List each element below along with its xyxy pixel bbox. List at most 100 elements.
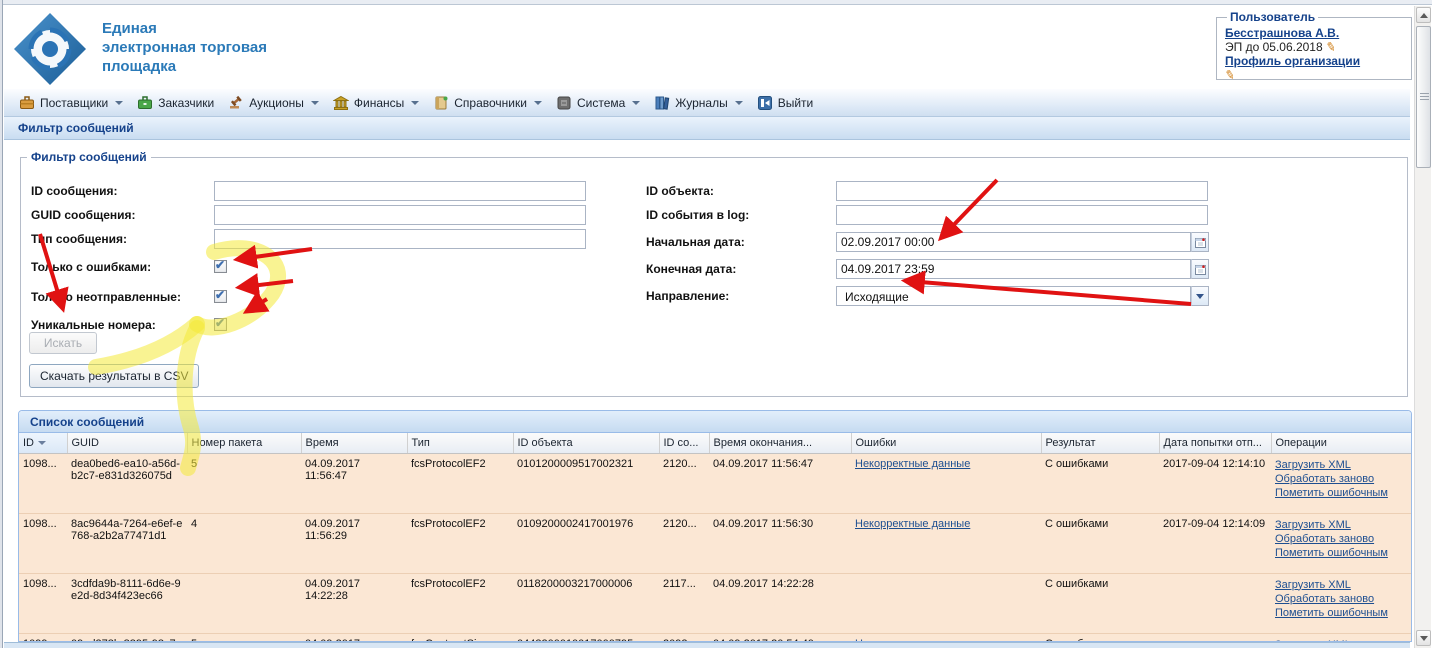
- menu-item-suppliers[interactable]: Поставщики: [12, 92, 130, 114]
- directories-book-icon: [435, 96, 448, 109]
- menu-item-logout[interactable]: Выйти: [750, 92, 821, 114]
- cell-time: 04.09.2017 14:22:28: [301, 573, 407, 634]
- object-id-input[interactable]: [836, 181, 1208, 201]
- table-row[interactable]: 1098... dea0bed6-ea10-a56d-b2c7-e831d326…: [19, 453, 1411, 514]
- cell-object-id: 0448200010017000795: [513, 633, 659, 641]
- chevron-down-icon: [632, 100, 641, 105]
- table-row[interactable]: 1098... 3cdfda9b-8111-6d6e-9e2d-8d34f423…: [19, 573, 1411, 634]
- download-csv-button[interactable]: Скачать результаты в CSV: [29, 364, 200, 388]
- exit-icon: [757, 95, 772, 110]
- brand-line-1: Единая: [102, 20, 157, 37]
- load-xml-link[interactable]: Загрузить XML: [1275, 579, 1351, 591]
- search-button[interactable]: Искать: [29, 332, 97, 354]
- menu-label: Аукционы: [249, 95, 304, 110]
- calendar-icon: [1194, 264, 1206, 275]
- only-errors-checkbox[interactable]: [214, 258, 227, 273]
- cell-object-id: 0109200002417001976: [513, 513, 659, 574]
- cell-type: fcsContractSig...: [407, 633, 513, 641]
- column-header-id[interactable]: ID: [19, 433, 68, 454]
- cell-guid: 3cdfda9b-8111-6d6e-9e2d-8d34f423ec66: [67, 573, 187, 634]
- menu-label: Журналы: [675, 95, 728, 110]
- mark-erroneous-link[interactable]: Пометить ошибочным: [1275, 607, 1388, 619]
- field-label-end-date: Конечная дата:: [646, 262, 737, 276]
- cell-packet: 4: [187, 513, 301, 574]
- direction-select[interactable]: Исходящие: [836, 286, 1191, 306]
- filter-fieldset: Фильтр сообщений ID сообщения: GUID сооб…: [20, 150, 1408, 397]
- menu-item-finances[interactable]: Финансы: [326, 92, 426, 114]
- load-xml-link[interactable]: Загрузить XML: [1275, 459, 1351, 471]
- chevron-down-icon: [734, 100, 743, 105]
- column-header-id2[interactable]: ID со...: [659, 433, 710, 454]
- column-header-operations[interactable]: Операции: [1271, 433, 1411, 454]
- cell-id: 1098...: [19, 513, 67, 574]
- field-label-direction: Направление:: [646, 289, 730, 303]
- table-row[interactable]: 1098... 8ac9644a-7264-e6ef-e768-a2b2a774…: [19, 513, 1411, 574]
- chevron-down-icon: [1196, 293, 1204, 299]
- reprocess-link[interactable]: Обработать заново: [1275, 593, 1374, 605]
- bottom-edge-strip: [4, 642, 1410, 648]
- main-menu-bar: Поставщики Заказчики Аукционы Финансы Сп…: [4, 88, 1410, 117]
- error-details-link[interactable]: Некорректные данные: [855, 458, 970, 470]
- cell-id2: 2117...: [659, 573, 709, 634]
- vertical-scrollbar[interactable]: [1414, 6, 1431, 648]
- window-top-edge: [0, 0, 1432, 5]
- cell-object-id: 0118200003217000006: [513, 573, 659, 634]
- load-xml-link[interactable]: Загрузить XML: [1275, 519, 1351, 531]
- page-header: Единая электронная торговая площадка Пол…: [4, 6, 1412, 88]
- cell-id2: 2120...: [659, 513, 709, 574]
- cell-type: fcsProtocolEF2: [407, 513, 513, 574]
- message-id-input[interactable]: [214, 181, 586, 201]
- column-header-errors[interactable]: Ошибки: [851, 433, 1042, 454]
- menu-item-auctions[interactable]: Аукционы: [221, 92, 326, 114]
- edit-pen-icon[interactable]: ✎: [1325, 39, 1338, 55]
- column-header-attempt-date[interactable]: Дата попытки отп...: [1159, 433, 1272, 454]
- message-type-input[interactable]: [214, 229, 586, 249]
- only-unsent-checkbox[interactable]: [214, 288, 227, 303]
- column-header-end-time[interactable]: Время окончания...: [709, 433, 852, 454]
- user-panel-legend: Пользователь: [1230, 10, 1316, 24]
- org-profile-link[interactable]: Профиль организации: [1225, 54, 1360, 68]
- menu-item-customers[interactable]: Заказчики: [130, 92, 221, 114]
- scrollbar-thumb[interactable]: [1416, 26, 1431, 168]
- arrow-up-icon: [1419, 12, 1428, 18]
- sort-desc-icon: [38, 440, 46, 445]
- filter-legend: Фильтр сообщений: [31, 150, 147, 164]
- menu-item-system[interactable]: Система: [549, 92, 647, 114]
- scroll-up-button[interactable]: [1416, 7, 1431, 23]
- table-row[interactable]: 1099... 09ad378b-8895-98c7-... 5 04.09.2…: [19, 633, 1411, 641]
- column-header-type[interactable]: Тип: [407, 433, 514, 454]
- brand-line-3: площадка: [102, 58, 177, 75]
- message-guid-input[interactable]: [214, 205, 586, 225]
- cell-attempt-date: 2017-09-04 12:14:09: [1159, 513, 1271, 574]
- cell-packet: [187, 573, 301, 634]
- reprocess-link[interactable]: Обработать заново: [1275, 473, 1374, 485]
- customers-case-icon: [138, 95, 153, 109]
- reprocess-link[interactable]: Обработать заново: [1275, 533, 1374, 545]
- start-date-calendar-button[interactable]: [1191, 232, 1209, 252]
- column-header-packet[interactable]: Номер пакета: [187, 433, 302, 454]
- cell-id2: 2092...: [659, 633, 709, 641]
- end-date-input[interactable]: [836, 259, 1191, 279]
- column-header-guid[interactable]: GUID: [67, 433, 188, 454]
- menu-item-journals[interactable]: Журналы: [647, 92, 749, 114]
- arrow-down-icon: [1419, 635, 1428, 641]
- column-header-object-id[interactable]: ID объекта: [513, 433, 660, 454]
- edit-pen-icon[interactable]: ✎: [1224, 67, 1237, 83]
- user-name-link[interactable]: Бесстрашнова А.В.: [1225, 26, 1339, 40]
- mark-erroneous-link[interactable]: Пометить ошибочным: [1275, 487, 1388, 499]
- cell-packet: 5: [187, 633, 301, 641]
- log-event-id-input[interactable]: [836, 205, 1208, 225]
- column-header-result[interactable]: Результат: [1041, 433, 1160, 454]
- error-details-link[interactable]: Некорректные данные: [855, 518, 970, 530]
- menu-item-directories[interactable]: Справочники: [426, 92, 549, 114]
- menu-label: Финансы: [353, 95, 405, 110]
- direction-dropdown-button[interactable]: [1191, 286, 1209, 306]
- mark-erroneous-link[interactable]: Пометить ошибочным: [1275, 547, 1388, 559]
- column-header-time[interactable]: Время: [301, 433, 408, 454]
- unique-numbers-checkbox[interactable]: [214, 316, 227, 331]
- cell-end-time: 04.09.2017 14:22:28: [709, 573, 851, 634]
- certificate-expiry-text: ЭП до 05.06.2018: [1225, 40, 1323, 54]
- end-date-calendar-button[interactable]: [1191, 259, 1209, 279]
- scroll-down-button[interactable]: [1416, 630, 1431, 646]
- start-date-input[interactable]: [836, 232, 1191, 252]
